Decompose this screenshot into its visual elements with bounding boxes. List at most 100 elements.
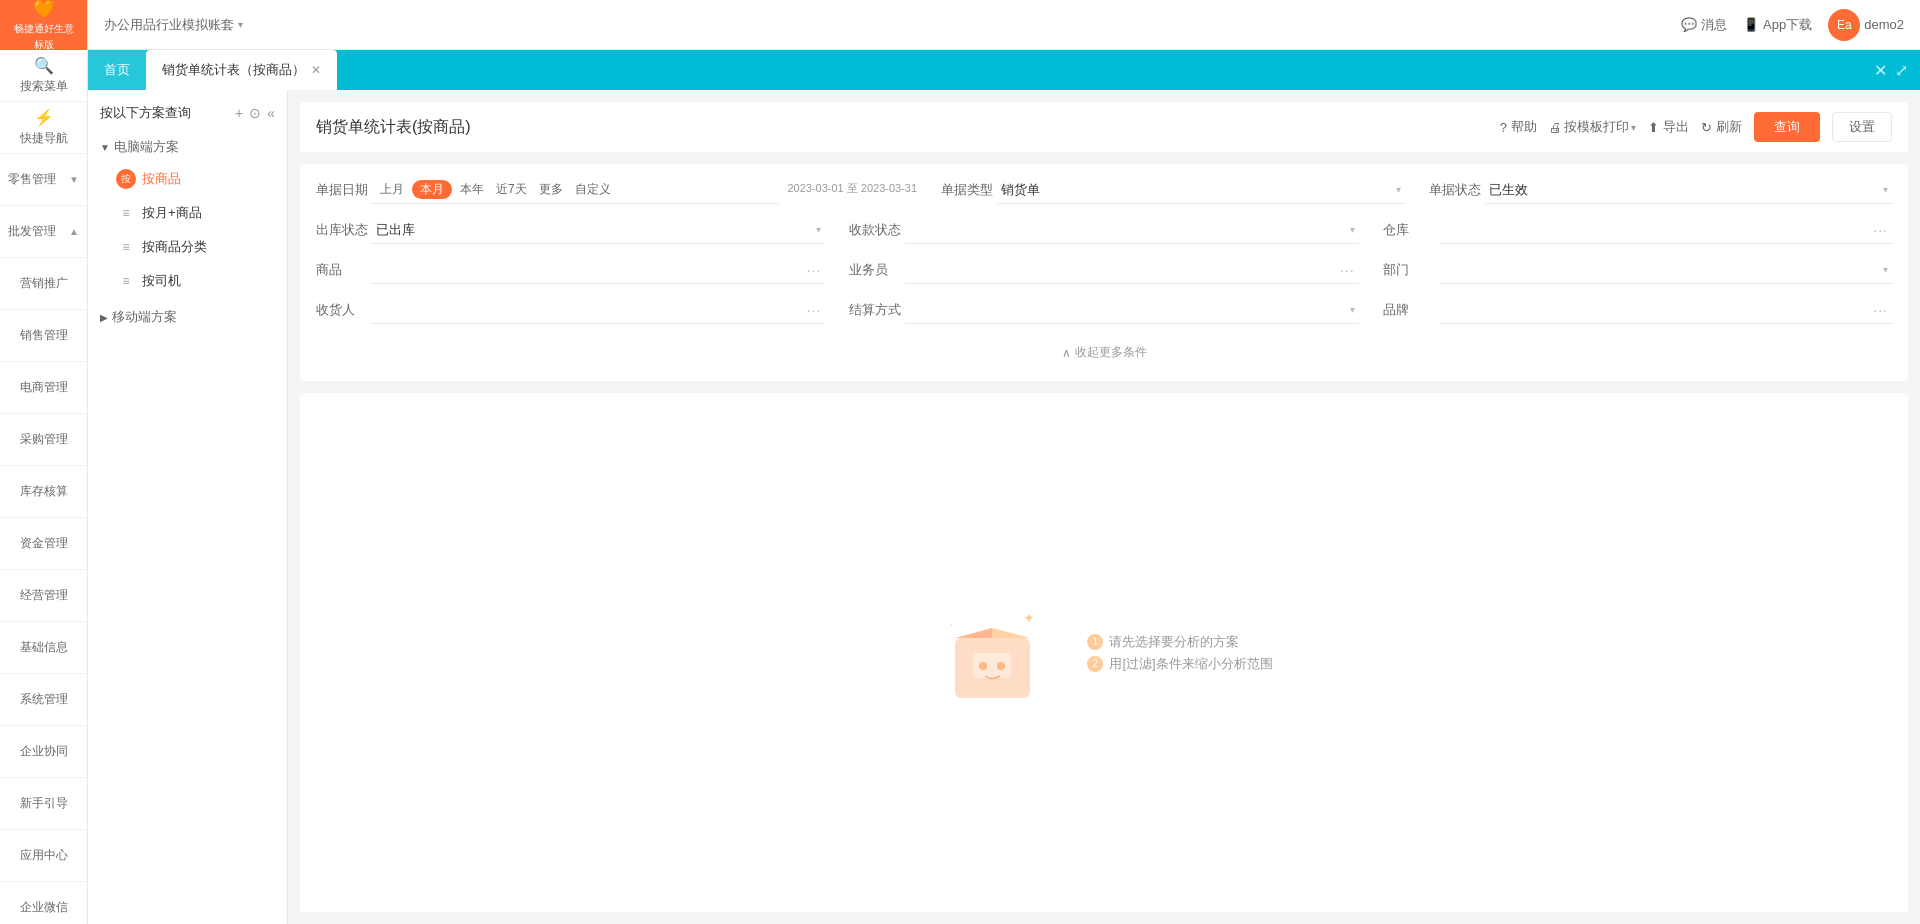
date-more[interactable]: 更多 <box>535 180 567 199</box>
step1-text: 请先选择要分析的方案 <box>1109 633 1239 651</box>
salesperson-control[interactable]: ··· <box>905 256 1358 284</box>
dept-control[interactable]: ▾ <box>1439 256 1892 284</box>
doc-status-dropdown-icon[interactable]: ▾ <box>1883 184 1888 195</box>
collection-control[interactable]: ▾ <box>905 216 1358 244</box>
scheme-group-pc-header[interactable]: ▼ 电脑端方案 <box>88 132 287 162</box>
industry-selector[interactable]: 办公用品行业模拟账套 ▾ <box>104 16 243 34</box>
sidebar-item-corpwechat[interactable]: 企业微信 <box>0 882 87 924</box>
sidebar-ecommerce-label: 电商管理 <box>20 379 68 396</box>
settlement-control[interactable]: ▾ <box>905 296 1358 324</box>
sidebar-item-purchase[interactable]: 采购管理 <box>0 414 87 466</box>
recipient-label: 收货人 <box>316 301 372 319</box>
left-panel-actions: + ⊙ « <box>235 105 275 121</box>
logo-icon: 🧡 <box>33 0 55 20</box>
settlement-dropdown-icon[interactable]: ▾ <box>1350 304 1355 315</box>
sidebar-sales-label: 销售管理 <box>20 327 68 344</box>
sidebar-item-sales[interactable]: 销售管理 <box>0 310 87 362</box>
sidebar-newbie-label: 新手引导 <box>20 795 68 812</box>
collapse-panel-icon[interactable]: « <box>267 105 275 121</box>
sidebar-item-marketing[interactable]: 营销推广 <box>0 258 87 310</box>
date-custom[interactable]: 自定义 <box>571 180 615 199</box>
dept-label: 部门 <box>1383 261 1439 279</box>
brand-control[interactable]: ··· <box>1439 296 1892 324</box>
svg-text:✦: ✦ <box>1023 610 1035 626</box>
add-scheme-icon[interactable]: + <box>235 105 243 121</box>
warehouse-dots-icon[interactable]: ··· <box>1873 222 1888 238</box>
sidebar-item-retail[interactable]: 零售管理 ▼ <box>0 154 87 206</box>
collapse-filters-button[interactable]: ∧ 收起更多条件 <box>316 336 1892 369</box>
quicknav-icon: ⚡ <box>34 108 54 127</box>
sidebar-item-finance[interactable]: 资金管理 <box>0 518 87 570</box>
warehouse-control[interactable]: ··· <box>1439 216 1892 244</box>
sidebar-item-newbie[interactable]: 新手引导 <box>0 778 87 830</box>
recipient-dots-icon[interactable]: ··· <box>807 302 822 318</box>
tab-sales-stat[interactable]: 销货单统计表（按商品） ✕ <box>146 50 337 90</box>
sidebar-corpwechat-label: 企业微信 <box>20 899 68 916</box>
scheme-item-by-month-product[interactable]: ≡ 按月+商品 <box>88 196 287 230</box>
scheme-item-by-cashier[interactable]: ≡ 按司机 <box>88 264 287 298</box>
step1-num: 1 <box>1087 634 1103 650</box>
refresh-button[interactable]: ↻ 刷新 <box>1701 118 1742 136</box>
print-icon: 🖨 <box>1549 120 1562 135</box>
doc-status-control[interactable]: 已生效 ▾ <box>1485 176 1892 204</box>
tab-home[interactable]: 首页 <box>88 50 146 90</box>
sidebar-item-enterprise[interactable]: 企业协同 <box>0 726 87 778</box>
sidebar-item-search[interactable]: 🔍 搜索菜单 <box>0 50 87 102</box>
scheme-group-mobile-label: 移动端方案 <box>112 308 177 326</box>
recipient-control[interactable]: ··· <box>372 296 825 324</box>
page-title: 销货单统计表(按商品) <box>316 117 471 138</box>
scheme-group-pc-label: 电脑端方案 <box>114 138 179 156</box>
doc-type-label: 单据类型 <box>941 181 997 199</box>
print-button[interactable]: 🖨 按模板打印 ▾ <box>1549 118 1636 136</box>
doc-type-dropdown-icon[interactable]: ▾ <box>1396 184 1401 195</box>
doc-type-control[interactable]: 销货单 ▾ <box>997 176 1404 204</box>
user-profile[interactable]: Ea demo2 <box>1828 9 1904 41</box>
settings-scheme-icon[interactable]: ⊙ <box>249 105 261 121</box>
scheme-item-by-product[interactable]: 按 按商品 <box>88 162 287 196</box>
sidebar-item-basic[interactable]: 基础信息 <box>0 622 87 674</box>
sidebar-item-wholesale[interactable]: 批发管理 ▲ <box>0 206 87 258</box>
out-status-control[interactable]: 已出库 ▾ <box>372 216 825 244</box>
salesperson-dots-icon[interactable]: ··· <box>1340 262 1355 278</box>
sidebar-item-operations[interactable]: 经营管理 <box>0 570 87 622</box>
sidebar-item-inventory[interactable]: 库存核算 <box>0 466 87 518</box>
filter-date: 单据日期 上月 本月 本年 近7天 更多 自定义 <box>316 176 779 204</box>
sidebar-item-quicknav[interactable]: ⚡ 快捷导航 <box>0 102 87 154</box>
scheme-group-pc: ▼ 电脑端方案 按 按商品 ≡ 按月+商品 ≡ 按商品分类 <box>88 132 287 298</box>
filter-row-4: 收货人 ··· 结算方式 ▾ 品牌 <box>316 296 1892 324</box>
app-download-button[interactable]: 📱 App下载 <box>1743 16 1812 34</box>
tab-close-icon[interactable]: ✕ <box>311 63 321 77</box>
settings-button[interactable]: 设置 <box>1832 112 1892 142</box>
tab-expand-icon[interactable]: ⤢ <box>1895 61 1908 80</box>
left-panel: 按以下方案查询 + ⊙ « ▼ 电脑端方案 按 按商品 <box>88 90 288 924</box>
dept-dropdown-icon[interactable]: ▾ <box>1883 264 1888 275</box>
doc-status-value: 已生效 <box>1489 181 1879 199</box>
date-last7[interactable]: 近7天 <box>492 180 531 199</box>
sidebar-item-system[interactable]: 系统管理 <box>0 674 87 726</box>
warehouse-label: 仓库 <box>1383 221 1439 239</box>
brand-dots-icon[interactable]: ··· <box>1873 302 1888 318</box>
out-status-dropdown-icon[interactable]: ▾ <box>816 224 821 235</box>
date-this-month[interactable]: 本月 <box>412 180 452 199</box>
scheme-item-by-product-cat[interactable]: ≡ 按商品分类 <box>88 230 287 264</box>
date-this-year[interactable]: 本年 <box>456 180 488 199</box>
print-dropdown-icon[interactable]: ▾ <box>1631 122 1636 133</box>
scheme-group-mobile-header[interactable]: ▶ 移动端方案 <box>88 302 287 332</box>
export-button[interactable]: ⬆ 导出 <box>1648 118 1689 136</box>
collection-dropdown-icon[interactable]: ▾ <box>1350 224 1355 235</box>
message-label: 消息 <box>1701 16 1727 34</box>
industry-name: 办公用品行业模拟账套 <box>104 16 234 34</box>
print-label: 按模板打印 <box>1564 118 1629 136</box>
product-dots-icon[interactable]: ··· <box>807 262 822 278</box>
sidebar-item-ecommerce[interactable]: 电商管理 <box>0 362 87 414</box>
product-control[interactable]: ··· <box>372 256 825 284</box>
help-icon: ? <box>1500 120 1507 135</box>
sidebar-item-appcenter[interactable]: 应用中心 <box>0 830 87 882</box>
message-button[interactable]: 💬 消息 <box>1681 16 1727 34</box>
tab-close-all-icon[interactable]: ✕ <box>1874 61 1887 80</box>
date-last-month[interactable]: 上月 <box>376 180 408 199</box>
filter-row-2: 出库状态 已出库 ▾ 收款状态 ▾ 仓库 <box>316 216 1892 244</box>
query-button[interactable]: 查询 <box>1754 112 1820 142</box>
help-button[interactable]: ? 帮助 <box>1500 118 1537 136</box>
header-right: 💬 消息 📱 App下载 Ea demo2 <box>1681 9 1904 41</box>
